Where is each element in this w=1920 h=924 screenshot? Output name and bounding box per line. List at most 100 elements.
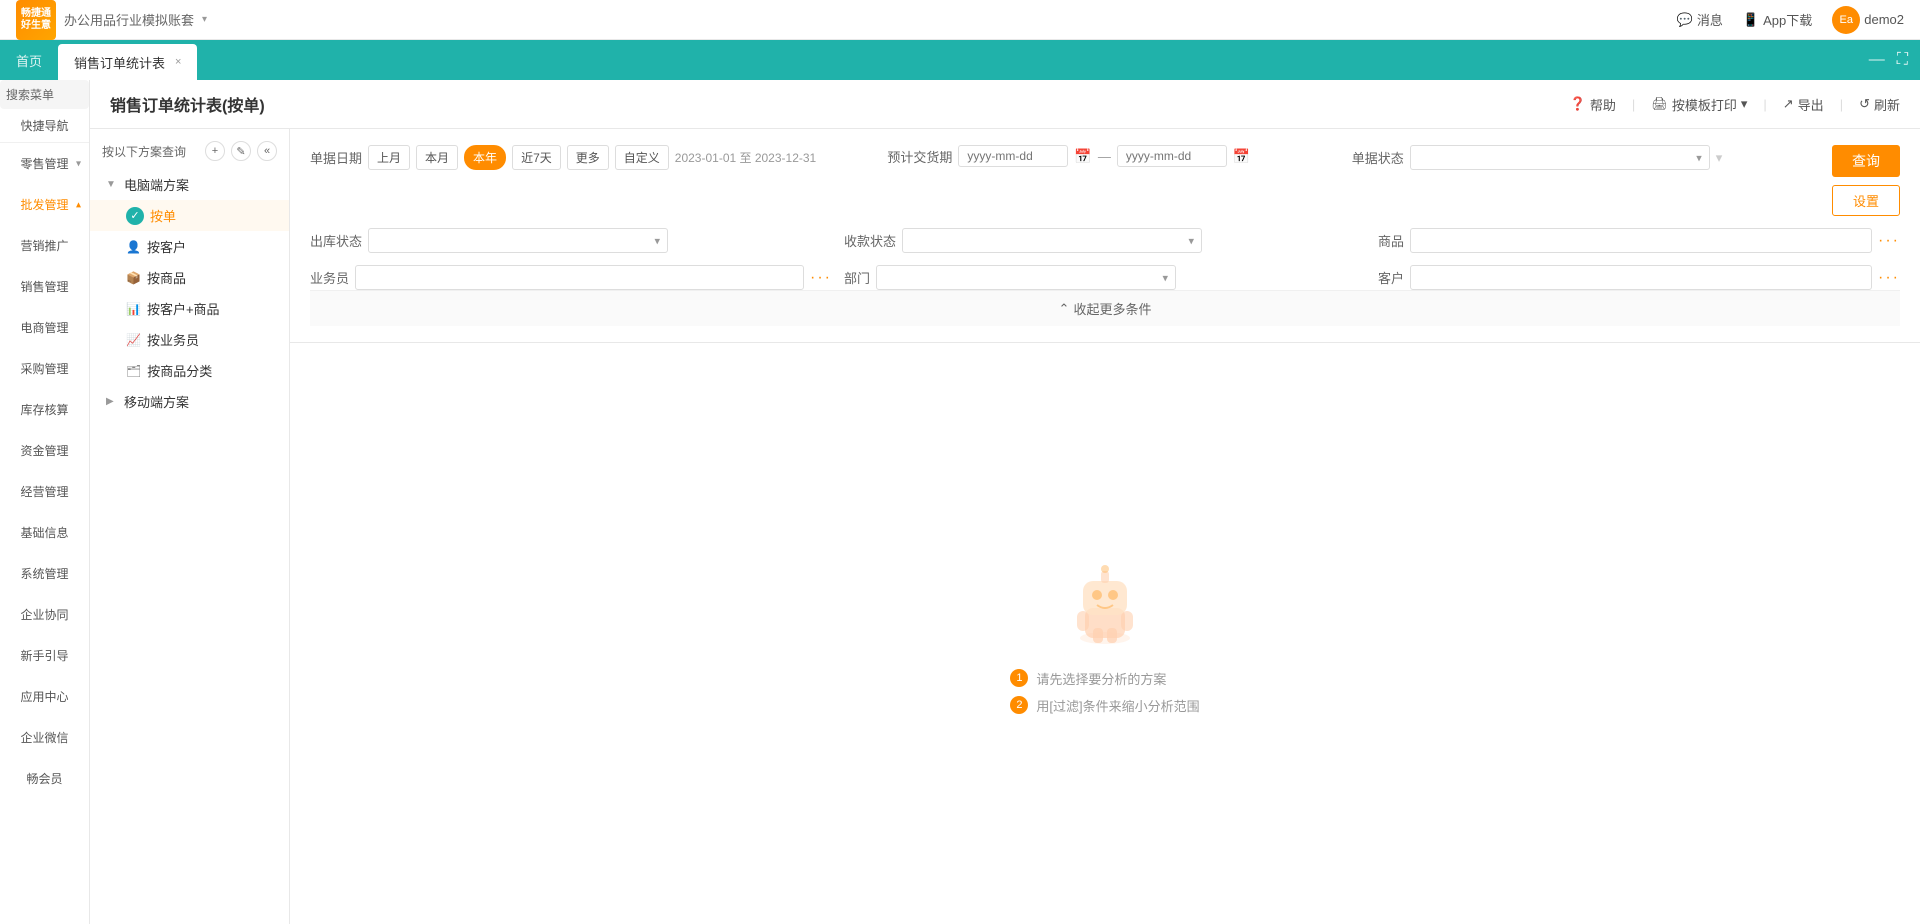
sidebar: 搜索菜单 快捷导航 零售管理 ▾ 批发管理 ▴ 营销推广 销售管理 电商管理 采…	[0, 80, 90, 924]
settings-button[interactable]: 设置	[1832, 185, 1900, 216]
right-panel: 单据日期 上月 本月 本年 近7天 更多 自定义 2023-01-01 至 20…	[290, 129, 1920, 924]
date-btn-this-month[interactable]: 本月	[416, 145, 458, 170]
mobile-section-label: 移动端方案	[124, 392, 189, 411]
edit-plan-btn[interactable]: ✎	[231, 141, 251, 161]
goods-more-icon[interactable]: ···	[1878, 232, 1900, 250]
salesperson-input[interactable]	[355, 265, 804, 290]
purchase-label: 采购管理	[20, 360, 68, 377]
plan-label-by-salesperson: 按业务员	[147, 330, 199, 349]
pc-section-label: 电脑端方案	[124, 175, 189, 194]
filter-area: 单据日期 上月 本月 本年 近7天 更多 自定义 2023-01-01 至 20…	[290, 129, 1920, 343]
avatar: Ea	[1832, 6, 1860, 34]
sales-label: 销售管理	[20, 278, 68, 295]
sidebar-item-inventory[interactable]: 库存核算	[0, 389, 89, 430]
print-dropdown-icon[interactable]: ▾	[1741, 96, 1748, 112]
left-panel-title: 按以下方案查询	[102, 143, 186, 160]
sidebar-item-system[interactable]: 系统管理	[0, 553, 89, 594]
tip-num-2: 2	[1010, 696, 1028, 714]
tab-close-icon[interactable]: ×	[175, 56, 181, 68]
tree-mobile-section: ▶ 移动端方案	[90, 386, 289, 417]
divider1: |	[1632, 97, 1635, 112]
customer-goods-plan-icon: 📊	[126, 302, 141, 316]
print-btn[interactable]: 🖨 按模板打印 ▾	[1651, 95, 1747, 114]
tab-minimize-icon[interactable]: —	[1869, 51, 1885, 69]
wholesale-label: 批发管理	[20, 196, 68, 213]
tab-bar: 首页 销售订单统计表 × — ⛶	[0, 40, 1920, 80]
plan-item-by-customer-goods[interactable]: 📊 按客户+商品	[90, 293, 289, 324]
date-btn-7days[interactable]: 近7天	[512, 145, 561, 170]
sidebar-item-operations[interactable]: 经营管理	[0, 471, 89, 512]
help-icon: ❓	[1570, 96, 1586, 112]
sidebar-item-basic[interactable]: 基础信息	[0, 512, 89, 553]
sidebar-item-purchase[interactable]: 采购管理	[0, 348, 89, 389]
customer-more-icon[interactable]: ···	[1878, 269, 1900, 287]
logo: 畅捷通好生意	[16, 0, 56, 40]
refresh-btn[interactable]: ↺ 刷新	[1859, 95, 1900, 114]
date-btn-custom[interactable]: 自定义	[615, 145, 669, 170]
query-button[interactable]: 查询	[1832, 145, 1900, 177]
sidebar-search-btn[interactable]: 搜索菜单	[0, 80, 89, 109]
sidebar-item-marketing[interactable]: 营销推广	[0, 225, 89, 266]
sidebar-item-enterprise[interactable]: 企业协同	[0, 594, 89, 635]
collapse-more-btn[interactable]: ⌃ 收起更多条件	[310, 290, 1900, 326]
mobile-expand-icon[interactable]: ▶	[106, 396, 118, 407]
app-download-icon: 📱	[1743, 12, 1759, 28]
app-download-label: App下载	[1763, 10, 1812, 29]
user-profile[interactable]: Ea demo2	[1832, 6, 1904, 34]
expected-date-from-calendar-icon[interactable]: 📅	[1074, 148, 1091, 165]
system-label: 系统管理	[20, 565, 68, 582]
help-btn[interactable]: ❓ 帮助	[1570, 95, 1616, 114]
expected-date-label: 预计交货期	[887, 147, 952, 166]
sidebar-quick-nav[interactable]: 快捷导航	[0, 109, 89, 143]
goods-input[interactable]	[1410, 228, 1872, 253]
pc-expand-icon[interactable]: ▼	[106, 179, 118, 190]
plan-item-by-category[interactable]: 🗂 按商品分类	[90, 355, 289, 386]
top-bar-right: 💬 消息 📱 App下载 Ea demo2	[1677, 6, 1904, 34]
tab-maximize-icon[interactable]: ⛶	[1897, 51, 1908, 69]
sidebar-item-sales[interactable]: 销售管理	[0, 266, 89, 307]
operations-label: 经营管理	[20, 483, 68, 500]
payment-status-label: 收款状态	[844, 231, 896, 250]
top-bar-left: 畅捷通好生意 办公用品行业模拟账套 ▾	[16, 0, 207, 40]
plan-label-by-order: 按单	[150, 206, 176, 225]
app-download-btn[interactable]: 📱 App下载	[1743, 10, 1812, 29]
sidebar-item-wechat[interactable]: 企业微信	[0, 717, 89, 758]
expected-date-to-calendar-icon[interactable]: 📅	[1233, 148, 1250, 165]
sidebar-item-finance[interactable]: 资金管理	[0, 430, 89, 471]
date-btn-last-month[interactable]: 上月	[368, 145, 410, 170]
export-btn[interactable]: ↗ 导出	[1783, 95, 1824, 114]
expected-date-to-input[interactable]	[1117, 145, 1227, 167]
sidebar-item-member[interactable]: 畅会员	[0, 758, 89, 799]
plan-item-by-customer[interactable]: 👤 按客户	[90, 231, 289, 262]
tab-home[interactable]: 首页	[0, 40, 58, 80]
collapse-panel-btn[interactable]: «	[257, 141, 277, 161]
plan-item-by-salesperson[interactable]: 📈 按业务员	[90, 324, 289, 355]
sidebar-item-retail[interactable]: 零售管理 ▾	[0, 143, 89, 184]
category-plan-icon: 🗂	[126, 364, 141, 378]
sidebar-item-wholesale[interactable]: 批发管理 ▴	[0, 184, 89, 225]
sidebar-item-appcenter[interactable]: 应用中心	[0, 676, 89, 717]
message-btn[interactable]: 💬 消息	[1677, 10, 1723, 29]
tab-active[interactable]: 销售订单统计表 ×	[58, 44, 197, 80]
expected-date-from-input[interactable]	[958, 145, 1068, 167]
add-plan-btn[interactable]: +	[205, 141, 225, 161]
date-btn-this-year[interactable]: 本年	[464, 145, 506, 170]
delivery-status-select[interactable]	[368, 228, 668, 253]
page-header-actions: ❓ 帮助 | 🖨 按模板打印 ▾ | ↗ 导出 | ↺ 刷新	[1570, 95, 1900, 114]
customer-input[interactable]	[1410, 265, 1872, 290]
plan-tree: ▼ 电脑端方案 ✓ 按单 👤 按客户 📦 按商品	[90, 169, 289, 417]
customer-plan-icon: 👤	[126, 240, 141, 254]
refresh-icon: ↺	[1859, 96, 1870, 112]
plan-item-by-order[interactable]: ✓ 按单	[90, 200, 289, 231]
app-title-dropdown-icon[interactable]: ▾	[202, 14, 207, 25]
bill-status-select[interactable]	[1410, 145, 1710, 170]
sidebar-item-ecommerce[interactable]: 电商管理	[0, 307, 89, 348]
date-filter-label: 单据日期	[310, 148, 362, 167]
date-btn-more[interactable]: 更多	[567, 145, 609, 170]
app-title: 办公用品行业模拟账套	[64, 10, 194, 29]
plan-item-by-goods[interactable]: 📦 按商品	[90, 262, 289, 293]
payment-status-select[interactable]	[902, 228, 1202, 253]
sidebar-item-newbie[interactable]: 新手引导	[0, 635, 89, 676]
salesperson-more-icon[interactable]: ···	[810, 269, 832, 287]
department-select[interactable]	[876, 265, 1176, 290]
